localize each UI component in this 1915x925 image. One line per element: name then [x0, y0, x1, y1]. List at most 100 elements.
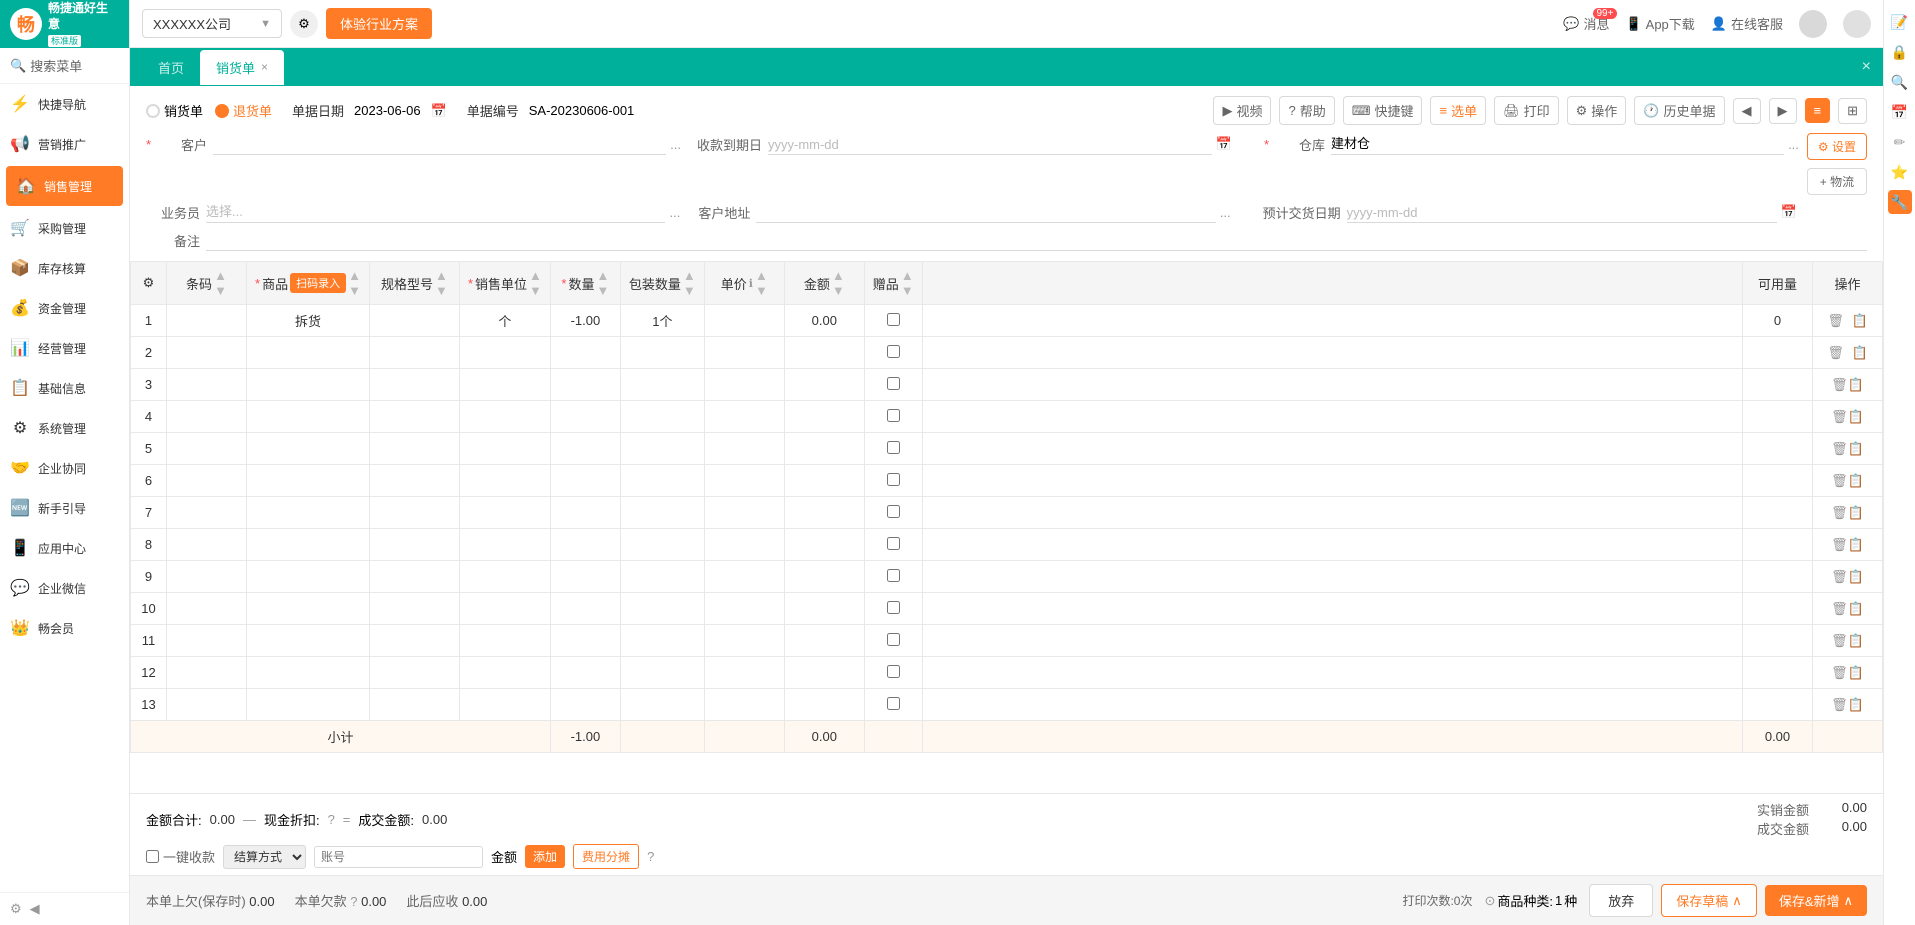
- copy-icon[interactable]: 📋: [1851, 345, 1867, 360]
- copy-icon[interactable]: 📋: [1848, 601, 1864, 616]
- cell-qty[interactable]: [550, 497, 620, 529]
- nav-prev-button[interactable]: ◀: [1733, 98, 1761, 124]
- delete-icon[interactable]: 🗑: [1831, 473, 1848, 488]
- cell-price[interactable]: [704, 561, 784, 593]
- cell-amount[interactable]: [784, 401, 864, 433]
- right-panel-btn-3[interactable]: 🔍: [1888, 70, 1912, 94]
- cell-barcode[interactable]: [167, 433, 247, 465]
- delete-icon[interactable]: 🗑: [1827, 313, 1844, 328]
- cell-amount[interactable]: [784, 657, 864, 689]
- th-pkgqty[interactable]: 包装数量 ▲▼: [620, 262, 704, 305]
- th-amount[interactable]: 金额 ▲▼: [784, 262, 864, 305]
- cell-price[interactable]: [704, 657, 784, 689]
- view-grid-button[interactable]: ⊞: [1838, 98, 1867, 124]
- cell-spec[interactable]: [369, 433, 459, 465]
- cell-product[interactable]: [247, 369, 370, 401]
- cell-amount[interactable]: [784, 593, 864, 625]
- delete-icon[interactable]: 🗑: [1831, 505, 1848, 520]
- cell-barcode[interactable]: [167, 497, 247, 529]
- cell-price[interactable]: [704, 529, 784, 561]
- cell-price[interactable]: [704, 337, 784, 369]
- sidebar-item-appstore[interactable]: 📱 应用中心: [0, 528, 129, 568]
- copy-icon[interactable]: 📋: [1848, 505, 1864, 520]
- video-button[interactable]: ▶ 视频: [1213, 96, 1271, 125]
- search-menu[interactable]: 🔍 搜索菜单: [0, 48, 129, 84]
- cell-barcode[interactable]: [167, 657, 247, 689]
- sidebar-item-guide[interactable]: 🆕 新手引导: [0, 488, 129, 528]
- customer-input[interactable]: [213, 133, 666, 155]
- cell-remark[interactable]: [922, 657, 1742, 689]
- cell-pkgqty[interactable]: [620, 433, 704, 465]
- cell-remark[interactable]: [922, 433, 1742, 465]
- cell-barcode[interactable]: [167, 593, 247, 625]
- cell-product[interactable]: [247, 625, 370, 657]
- print-button[interactable]: 🖨 打印: [1494, 96, 1559, 125]
- gift-checkbox[interactable]: [887, 537, 900, 550]
- cell-barcode[interactable]: [167, 305, 247, 337]
- calendar-icon[interactable]: 📅: [431, 103, 447, 119]
- cell-amount[interactable]: [784, 465, 864, 497]
- cell-product[interactable]: [247, 465, 370, 497]
- save-new-button[interactable]: 保存&新增 ∧: [1765, 885, 1867, 916]
- cell-pkgqty[interactable]: [620, 625, 704, 657]
- cell-qty[interactable]: [550, 433, 620, 465]
- cell-product[interactable]: [247, 337, 370, 369]
- cell-qty[interactable]: [550, 337, 620, 369]
- salesperson-dots[interactable]: ...: [669, 205, 680, 220]
- calendar-icon-3[interactable]: 📅: [1781, 204, 1797, 220]
- right-panel-btn-6[interactable]: ⭐: [1888, 160, 1912, 184]
- cell-price[interactable]: [704, 689, 784, 721]
- warehouse-input[interactable]: 建材仓: [1331, 133, 1784, 155]
- cell-unit[interactable]: [459, 689, 550, 721]
- cell-qty[interactable]: [550, 465, 620, 497]
- copy-icon[interactable]: 📋: [1848, 441, 1864, 456]
- delete-icon[interactable]: 🗑: [1831, 441, 1848, 456]
- cell-spec[interactable]: [369, 657, 459, 689]
- cell-pkgqty[interactable]: [620, 465, 704, 497]
- th-barcode[interactable]: 条码 ▲▼: [167, 262, 247, 305]
- copy-icon[interactable]: 📋: [1848, 409, 1864, 424]
- sidebar-item-member[interactable]: 👑 畅会员: [0, 608, 129, 648]
- cell-remark[interactable]: [922, 337, 1742, 369]
- sidebar-item-sales[interactable]: 🏠 销售管理: [6, 166, 123, 206]
- delete-icon[interactable]: 🗑: [1831, 601, 1848, 616]
- copy-icon[interactable]: 📋: [1851, 313, 1867, 328]
- th-settings[interactable]: ⚙: [131, 262, 167, 305]
- right-panel-btn-5[interactable]: ✏: [1888, 130, 1912, 154]
- cell-gift[interactable]: [864, 337, 922, 369]
- gift-checkbox[interactable]: [887, 473, 900, 486]
- view-list-button[interactable]: ≡: [1805, 98, 1831, 123]
- th-product[interactable]: * 商品 扫码录入 ▲▼: [247, 262, 370, 305]
- sidebar-item-marketing[interactable]: 📢 营销推广: [0, 124, 129, 164]
- cell-barcode[interactable]: [167, 529, 247, 561]
- sidebar-item-system[interactable]: ⚙ 系统管理: [0, 408, 129, 448]
- cell-unit[interactable]: [459, 657, 550, 689]
- sidebar-item-inventory[interactable]: 📦 库存核算: [0, 248, 129, 288]
- cell-qty[interactable]: [550, 689, 620, 721]
- cell-product[interactable]: [247, 689, 370, 721]
- cell-qty[interactable]: [550, 561, 620, 593]
- message-button[interactable]: 💬 消息 99+: [1563, 14, 1609, 33]
- salesperson-input[interactable]: 选择...: [206, 201, 665, 223]
- copy-icon[interactable]: 📋: [1848, 697, 1864, 712]
- cell-amount[interactable]: [784, 497, 864, 529]
- cell-pkgqty[interactable]: [620, 657, 704, 689]
- cell-product[interactable]: [247, 561, 370, 593]
- calendar-icon-2[interactable]: 📅: [1216, 136, 1232, 152]
- cell-qty[interactable]: [550, 401, 620, 433]
- cell-unit[interactable]: [459, 561, 550, 593]
- save-draft-button[interactable]: 保存草稿 ∧: [1661, 884, 1757, 917]
- cell-remark[interactable]: [922, 561, 1742, 593]
- pay-checkbox[interactable]: [146, 850, 159, 863]
- cell-spec[interactable]: [369, 593, 459, 625]
- add-button[interactable]: 添加: [525, 845, 565, 868]
- avatar[interactable]: [1799, 10, 1827, 38]
- cell-price[interactable]: [704, 625, 784, 657]
- note-input[interactable]: [206, 229, 1867, 251]
- cell-spec[interactable]: [369, 401, 459, 433]
- cell-amount[interactable]: [784, 561, 864, 593]
- gift-checkbox[interactable]: [887, 601, 900, 614]
- avatar-second[interactable]: [1843, 10, 1871, 38]
- cell-unit[interactable]: 个: [459, 305, 550, 337]
- cell-product[interactable]: [247, 497, 370, 529]
